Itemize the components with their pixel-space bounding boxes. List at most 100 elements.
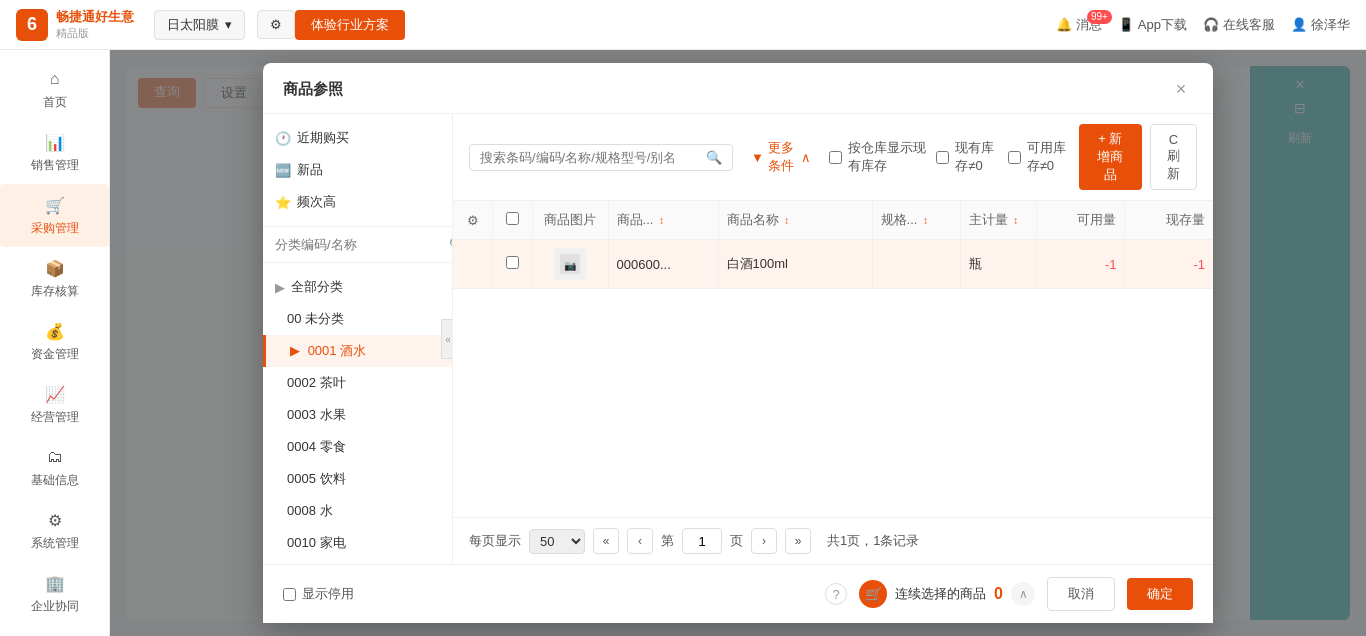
- col-spec-header[interactable]: 规格... ↕: [872, 201, 960, 240]
- row-check[interactable]: [493, 240, 533, 289]
- all-categories-item[interactable]: ▶ 全部分类: [263, 271, 452, 303]
- help-button[interactable]: ?: [825, 583, 847, 605]
- cat-unclassified-item[interactable]: 00 未分类: [263, 303, 452, 335]
- top-nav: 6 畅捷通好生意 精品版 日太阳膜 ▾ ⚙ 体验行业方案 🔔 消息 99+ 📱 …: [0, 0, 1366, 50]
- sidebar-item-guide[interactable]: 🎯 新手引导: [0, 625, 109, 636]
- product-search-input[interactable]: [480, 150, 700, 165]
- more-filter-button[interactable]: ▼ 更多条件 ∧: [743, 134, 819, 180]
- sidebar-item-enterprise[interactable]: 🏢 企业协同: [0, 562, 109, 625]
- category-search: 🔍: [263, 227, 452, 263]
- last-page-button[interactable]: »: [785, 528, 811, 554]
- per-page-label: 每页显示: [469, 532, 521, 550]
- col-name-header[interactable]: 商品名称 ↕: [718, 201, 872, 240]
- col-settings-header[interactable]: ⚙: [453, 201, 493, 240]
- new-product-item[interactable]: 🆕 新品: [263, 154, 452, 186]
- cat-0008-item[interactable]: 0008 水: [263, 495, 452, 527]
- recent-purchase-item[interactable]: 🕐 近期购买: [263, 122, 452, 154]
- sidebar-label-operations: 经营管理: [31, 409, 79, 426]
- message-badge: 99+: [1087, 10, 1112, 24]
- row-checkbox[interactable]: [506, 256, 519, 269]
- enterprise-icon: 🏢: [44, 572, 66, 594]
- cart-collapse-button[interactable]: ∧: [1011, 582, 1035, 606]
- refresh-button[interactable]: C 刷新: [1150, 124, 1197, 190]
- online-service-item[interactable]: 🎧 在线客服: [1203, 16, 1275, 34]
- sort-spec-icon: ↕: [923, 215, 928, 226]
- warehouse-checkbox-group: 按仓库显示现有库存: [829, 139, 927, 175]
- sidebar-item-basic[interactable]: 🗂 基础信息: [0, 436, 109, 499]
- user-icon: 👤: [1291, 17, 1307, 32]
- warehouse-checkbox[interactable]: [829, 151, 842, 164]
- per-page-select[interactable]: 50 10 20 100: [529, 529, 585, 554]
- cat-0003-item[interactable]: 0003 水果: [263, 399, 452, 431]
- message-item[interactable]: 🔔 消息 99+: [1056, 16, 1102, 34]
- modal-close-button[interactable]: ×: [1169, 77, 1193, 101]
- store-dropdown[interactable]: 日太阳膜 ▾: [154, 10, 245, 40]
- col-stock-header[interactable]: 现存量: [1125, 201, 1213, 240]
- inventory-icon: 📦: [44, 257, 66, 279]
- sidebar-label-enterprise: 企业协同: [31, 598, 79, 615]
- logo-icon: 6: [16, 9, 48, 41]
- app-download-item[interactable]: 📱 App下载: [1118, 16, 1187, 34]
- sidebar-item-system[interactable]: ⚙ 系统管理: [0, 499, 109, 562]
- home-icon: ⌂: [44, 68, 66, 90]
- settings-button[interactable]: ⚙: [257, 10, 295, 39]
- user-item[interactable]: 👤 徐泽华: [1291, 16, 1350, 34]
- row-img: 📷: [532, 240, 608, 289]
- category-search-input[interactable]: [275, 237, 443, 252]
- sort-name-icon: ↕: [784, 215, 789, 226]
- sidebar-label-inventory: 库存核算: [31, 283, 79, 300]
- available-label: 现有库存≠0: [955, 139, 997, 175]
- prev-page-button[interactable]: ‹: [627, 528, 653, 554]
- sidebar-item-purchase[interactable]: 🛒 采购管理: [0, 184, 109, 247]
- cat-0010-item[interactable]: 0010 家电: [263, 527, 452, 559]
- col-unit-header[interactable]: 主计量 ↕: [960, 201, 1037, 240]
- add-product-button[interactable]: + 新增商品: [1079, 124, 1142, 190]
- select-all-checkbox[interactable]: [506, 212, 519, 225]
- chevron-down-icon: ▾: [225, 17, 232, 32]
- sidebar-item-finance[interactable]: 💰 资金管理: [0, 310, 109, 373]
- svg-text:📷: 📷: [564, 259, 577, 272]
- cat-0004-item[interactable]: 0004 零食: [263, 431, 452, 463]
- sidebar-item-home[interactable]: ⌂ 首页: [0, 58, 109, 121]
- cat-0001-item[interactable]: ▶ 0001 酒水: [263, 335, 452, 367]
- category-list: ▶ 全部分类 00 未分类 ▶ 0001 酒水 0002 茶: [263, 263, 452, 564]
- row-settings: [453, 240, 493, 289]
- usable-checkbox[interactable]: [1008, 151, 1021, 164]
- logo-area: 6 畅捷通好生意 精品版: [16, 8, 134, 41]
- first-page-button[interactable]: «: [593, 528, 619, 554]
- cat-0002-label: 0002 茶叶: [287, 375, 346, 390]
- page-number-input[interactable]: [682, 528, 722, 554]
- left-panel-collapse-button[interactable]: «: [441, 319, 453, 359]
- row-unit: 瓶: [960, 240, 1037, 289]
- col-code-header[interactable]: 商品... ↕: [608, 201, 718, 240]
- confirm-button[interactable]: 确定: [1127, 578, 1193, 610]
- cat-0002-item[interactable]: 0002 茶叶: [263, 367, 452, 399]
- sidebar-label-sales: 销售管理: [31, 157, 79, 174]
- next-page-button[interactable]: ›: [751, 528, 777, 554]
- category-search-icon[interactable]: 🔍: [449, 237, 453, 252]
- footer-right: ? 🛒 连续选择的商品 0 ∧ 取消 确定: [825, 577, 1193, 611]
- row-code: 000600...: [608, 240, 718, 289]
- show-disabled-checkbox[interactable]: [283, 588, 296, 601]
- product-table-container: ⚙ 商品图片 商品...: [453, 201, 1213, 517]
- row-stock: -1: [1125, 240, 1213, 289]
- search-icon[interactable]: 🔍: [706, 150, 722, 165]
- table-row[interactable]: 📷 000600... 白酒100ml 瓶 -1 -1: [453, 240, 1213, 289]
- col-avail-header[interactable]: 可用量: [1037, 201, 1125, 240]
- sidebar-item-inventory[interactable]: 📦 库存核算: [0, 247, 109, 310]
- cancel-button[interactable]: 取消: [1047, 577, 1115, 611]
- cart-count: 0: [994, 585, 1003, 603]
- toolbar: 🔍 ▼ 更多条件 ∧ 按仓库显示现有库存: [453, 114, 1213, 201]
- modal-overlay: 商品参照 × 🕐 近期购买 🆕: [110, 50, 1366, 636]
- cat-0005-item[interactable]: 0005 饮料: [263, 463, 452, 495]
- col-check-header[interactable]: [493, 201, 533, 240]
- sidebar-item-operations[interactable]: 📈 经营管理: [0, 373, 109, 436]
- row-name: 白酒100ml: [718, 240, 872, 289]
- available-checkbox[interactable]: [936, 151, 949, 164]
- sidebar-item-sales[interactable]: 📊 销售管理: [0, 121, 109, 184]
- new-icon: 🆕: [275, 163, 291, 178]
- frequent-item[interactable]: ⭐ 频次高: [263, 186, 452, 218]
- pagination: 每页显示 50 10 20 100 « ‹ 第 页: [453, 517, 1213, 564]
- experience-button[interactable]: 体验行业方案: [295, 10, 405, 40]
- brand-line2: 精品版: [56, 26, 134, 41]
